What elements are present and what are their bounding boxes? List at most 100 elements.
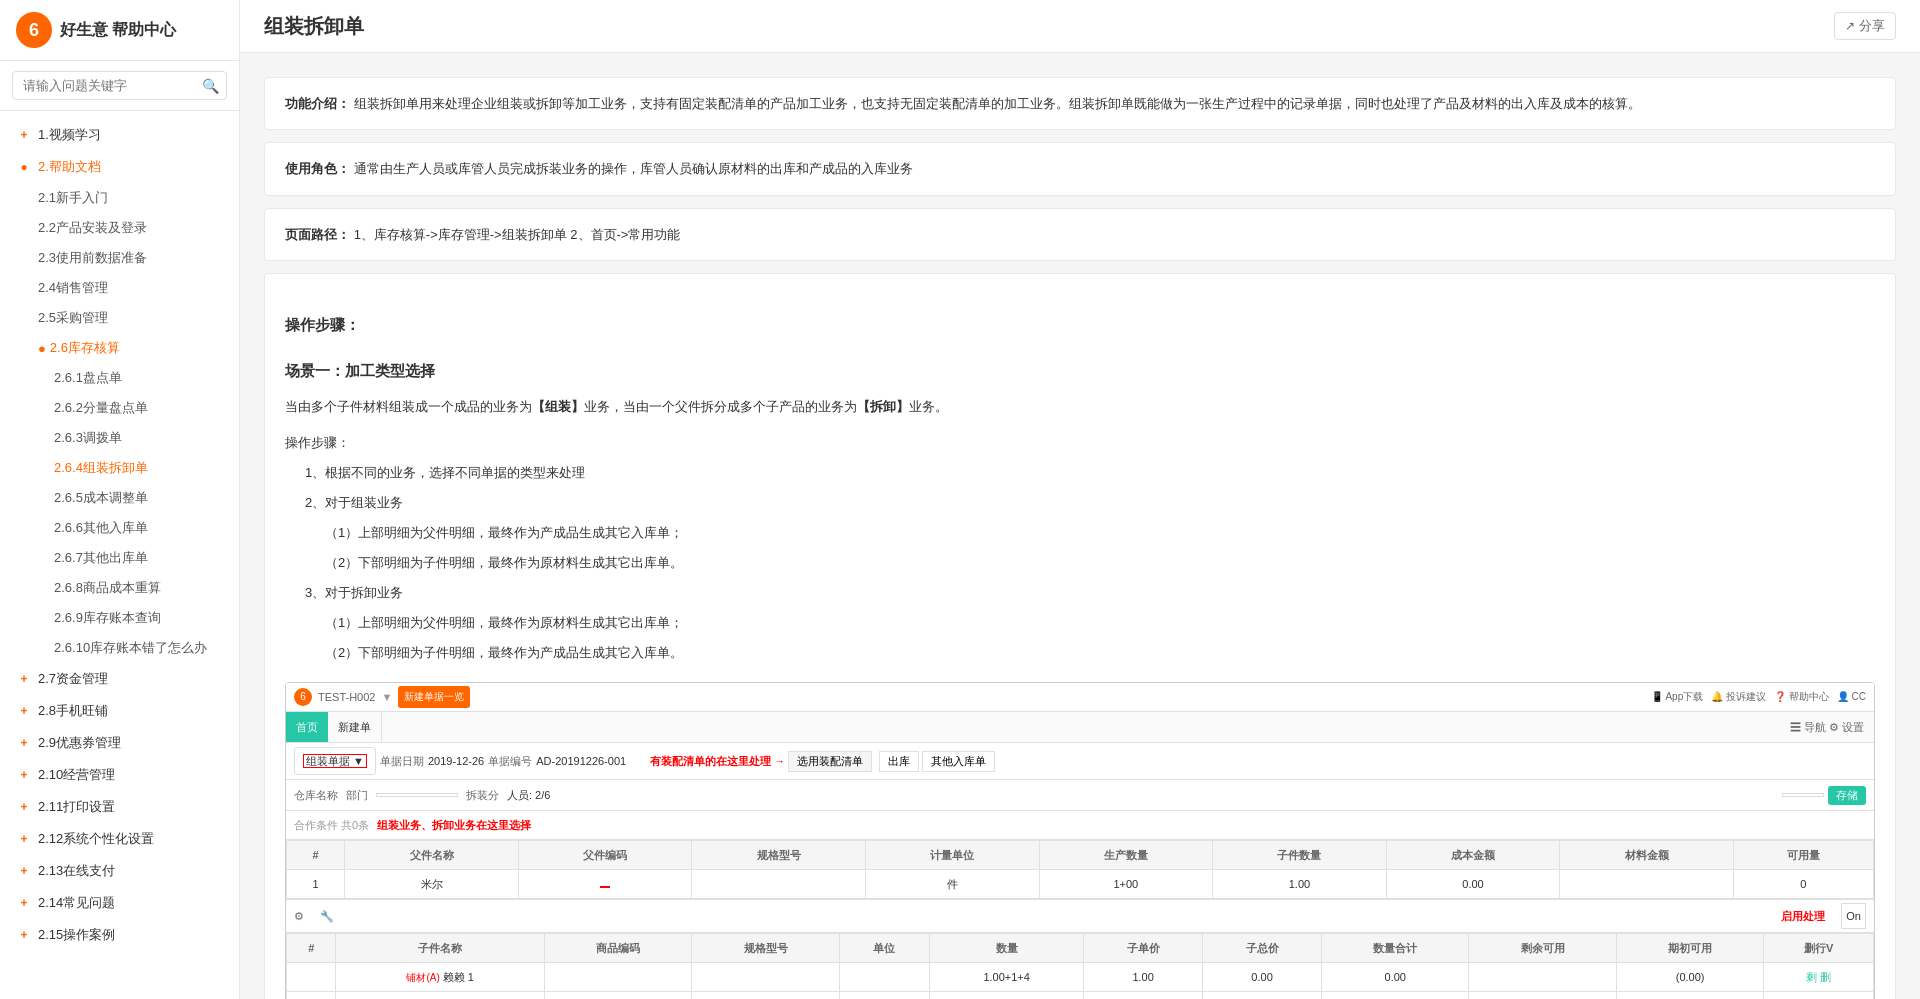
sidebar-item-print[interactable]: + 2.11打印设置 (0, 791, 239, 823)
sidebar-item-dataprep[interactable]: 2.3使用前数据准备 (0, 243, 239, 273)
new-doc-btn[interactable]: 新建单据一览 (398, 686, 470, 708)
share-button[interactable]: ↗ 分享 (1834, 12, 1896, 40)
lower-table-header: # 子件名称 商品编码 规格型号 单位 数量 子单价 子总价 数量合计 剩余 (287, 934, 1874, 963)
upper-table-area: # 父件名称 父件编码 规格型号 计量单位 生产数量 子件数量 成本金额 材料金… (286, 840, 1874, 899)
col-parent-code: 父件编码 (518, 841, 692, 870)
lower-table-row-1: 铺材(A) 赖赖 1 1.00+1+4 1.00 0.00 0.00 (287, 963, 1874, 992)
sidebar-item-cases[interactable]: + 2.15操作案例 (0, 919, 239, 951)
sidebar-item-install[interactable]: 2.2产品安装及登录 (0, 213, 239, 243)
lrow1-qtytotal: 0.00 (1322, 963, 1469, 992)
form-deptno-input[interactable] (376, 793, 458, 797)
lcol-price: 子单价 (1084, 934, 1203, 963)
logo-icon: 6 (16, 12, 52, 48)
sidebar-item-purchase[interactable]: 2.5采购管理 (0, 303, 239, 333)
sidebar: 6 好生意 帮助中心 🔍 + 1.视频学习 ● 2.帮助文档 2.1新手入门 2… (0, 0, 240, 999)
sidebar-item-transfer[interactable]: 2.6.3调拨单 (0, 423, 239, 453)
sidebar-item-operation[interactable]: + 2.10经营管理 (0, 759, 239, 791)
annotation3-text: 启用处理 (1781, 905, 1825, 927)
form-warehouse-label: 仓库名称 (294, 784, 338, 806)
annotation1-arrow: → (774, 755, 785, 767)
lrow1-name: 铺材(A) 赖赖 1 (336, 963, 544, 992)
btn-select-bom[interactable]: 选用装配清单 (788, 751, 872, 772)
annotation2-row: 合作条件 共0条 组装业务、拆卸业务在这里选择 (286, 811, 1874, 840)
sidebar-item-stockbookerr[interactable]: 2.6.10库存账本错了怎么办 (0, 633, 239, 663)
lrow1-action[interactable]: 剩 删 (1764, 963, 1874, 992)
sidebar-item-partcount[interactable]: 2.6.2分量盘点单 (0, 393, 239, 423)
col-material: 材料金额 (1560, 841, 1734, 870)
table-row: 1 米尔 件 1+00 1.00 0.00 (287, 870, 1874, 899)
sidebar-item-helpdoc[interactable]: ● 2.帮助文档 (0, 151, 239, 183)
plus-icon-7: + (16, 799, 32, 815)
sidebar-item-costrecount[interactable]: 2.6.8商品成本重算 (0, 573, 239, 603)
cell-unit: 件 (865, 870, 1039, 899)
lrow2-action[interactable]: 剩 删 (1764, 992, 1874, 999)
titlebar-separator: ▼ (381, 686, 392, 708)
lrow2-code (544, 992, 691, 999)
lcol-qty: 数量 (930, 934, 1084, 963)
lower-table-area: # 子件名称 商品编码 规格型号 单位 数量 子单价 子总价 数量合计 剩余 (286, 933, 1874, 999)
toolbar-btn-doctype[interactable]: 组装单据 ▼ (294, 747, 376, 775)
func-intro-label: 功能介绍： (285, 96, 350, 111)
path-text: 1、库存核算->库存管理->组装拆卸单 2、首页->常用功能 (354, 227, 681, 242)
annotation1-area: 有装配清单的在这里处理 → 选用装配清单 出库 其他入库单 (650, 750, 995, 772)
sidebar-item-newuser[interactable]: 2.1新手入门 (0, 183, 239, 213)
sidebar-item-payment[interactable]: + 2.13在线支付 (0, 855, 239, 887)
app-icon-1: 📱 App下载 (1651, 687, 1703, 707)
lrow1-remain (1469, 963, 1616, 992)
share-icon: ↗ (1845, 19, 1855, 33)
role-text: 通常由生产人员或库管人员完成拆装业务的操作，库管人员确认原材料的出库和产成品的入… (354, 161, 913, 176)
lcol-init: 期初可用 (1616, 934, 1763, 963)
form-remarks[interactable] (1782, 793, 1824, 797)
on-toggle[interactable]: On (1841, 903, 1866, 929)
sidebar-item-customization[interactable]: + 2.12系统个性化设置 (0, 823, 239, 855)
plus-icon-4: + (16, 703, 32, 719)
sidebar-item-otherinbound[interactable]: 2.6.6其他入库单 (0, 513, 239, 543)
btn-save[interactable]: 存储 (1828, 786, 1866, 805)
sidebar-item-mobile[interactable]: + 2.8手机旺铺 (0, 695, 239, 727)
search-button[interactable]: 🔍 (202, 78, 219, 94)
lrow2-qtytotal (1322, 992, 1469, 999)
lrow1-init: (0.00) (1616, 963, 1763, 992)
cell-spec (692, 870, 866, 899)
sidebar-item-costadjust[interactable]: 2.6.5成本调整单 (0, 483, 239, 513)
page-title: 组装拆卸单 (264, 13, 364, 40)
plus-icon-6: + (16, 767, 32, 783)
role-box: 使用角色： 通常由生产人员或库管人员完成拆装业务的操作，库管人员确认原材料的出库… (264, 142, 1896, 195)
cell-material (1560, 870, 1734, 899)
sidebar-item-finance[interactable]: + 2.7资金管理 (0, 663, 239, 695)
sidebar-item-otheroutbound[interactable]: 2.6.7其他出库单 (0, 543, 239, 573)
lrow2-name: 赖赖 2 (336, 992, 544, 999)
ops-label: 操作步骤： (285, 310, 1875, 340)
scene1-label: 场景一：加工类型选择 (285, 356, 1875, 386)
sidebar-item-assembly[interactable]: 2.6.4组装拆卸单 (0, 453, 239, 483)
sidebar-item-stockbook[interactable]: 2.6.9库存账本查询 (0, 603, 239, 633)
sidebar-item-coupon[interactable]: + 2.9优惠券管理 (0, 727, 239, 759)
toolbar-docno-label: 单据编号 (488, 750, 532, 772)
btn-inbound[interactable]: 其他入库单 (922, 751, 995, 772)
sidebar-item-stockcount[interactable]: 2.6.1盘点单 (0, 363, 239, 393)
main-panel: 组装拆卸单 ↗ 分享 功能介绍： 组装拆卸单用来处理企业组装或拆卸等加工业务，支… (240, 0, 1920, 999)
lrow2-remain (1469, 992, 1616, 999)
sidebar-item-inventory[interactable]: ● 2.6库存核算 (0, 333, 239, 363)
code-input[interactable] (600, 886, 610, 888)
cell-child-qty: 1.00 (1213, 870, 1387, 899)
logo-area: 6 好生意 帮助中心 (0, 0, 239, 61)
lcol-code: 商品编码 (544, 934, 691, 963)
row-count: 合作条件 共0条 (294, 814, 369, 836)
lcol-spec: 规格型号 (692, 934, 839, 963)
doctype-select[interactable]: 组装单据 ▼ (303, 754, 367, 768)
app-tab-home[interactable]: 首页 (286, 712, 328, 742)
col-child-qty: 子件数量 (1213, 841, 1387, 870)
func-intro-text: 组装拆卸单用来处理企业组装或拆卸等加工业务，支持有固定装配清单的产品加工业务，也… (354, 96, 1641, 111)
plus-icon-5: + (16, 735, 32, 751)
sidebar-item-faq[interactable]: + 2.14常见问题 (0, 887, 239, 919)
toolbar-docno: AD-20191226-001 (536, 750, 626, 772)
role-label: 使用角色： (285, 161, 350, 176)
btn-other[interactable]: 出库 (879, 751, 919, 772)
app-tab-new[interactable]: 新建单 (328, 712, 382, 742)
search-input[interactable] (12, 71, 227, 100)
lcol-action: 删行V (1764, 934, 1874, 963)
form-deptno-label: 部门 (346, 784, 368, 806)
sidebar-item-video[interactable]: + 1.视频学习 (0, 119, 239, 151)
sidebar-item-sales[interactable]: 2.4销售管理 (0, 273, 239, 303)
